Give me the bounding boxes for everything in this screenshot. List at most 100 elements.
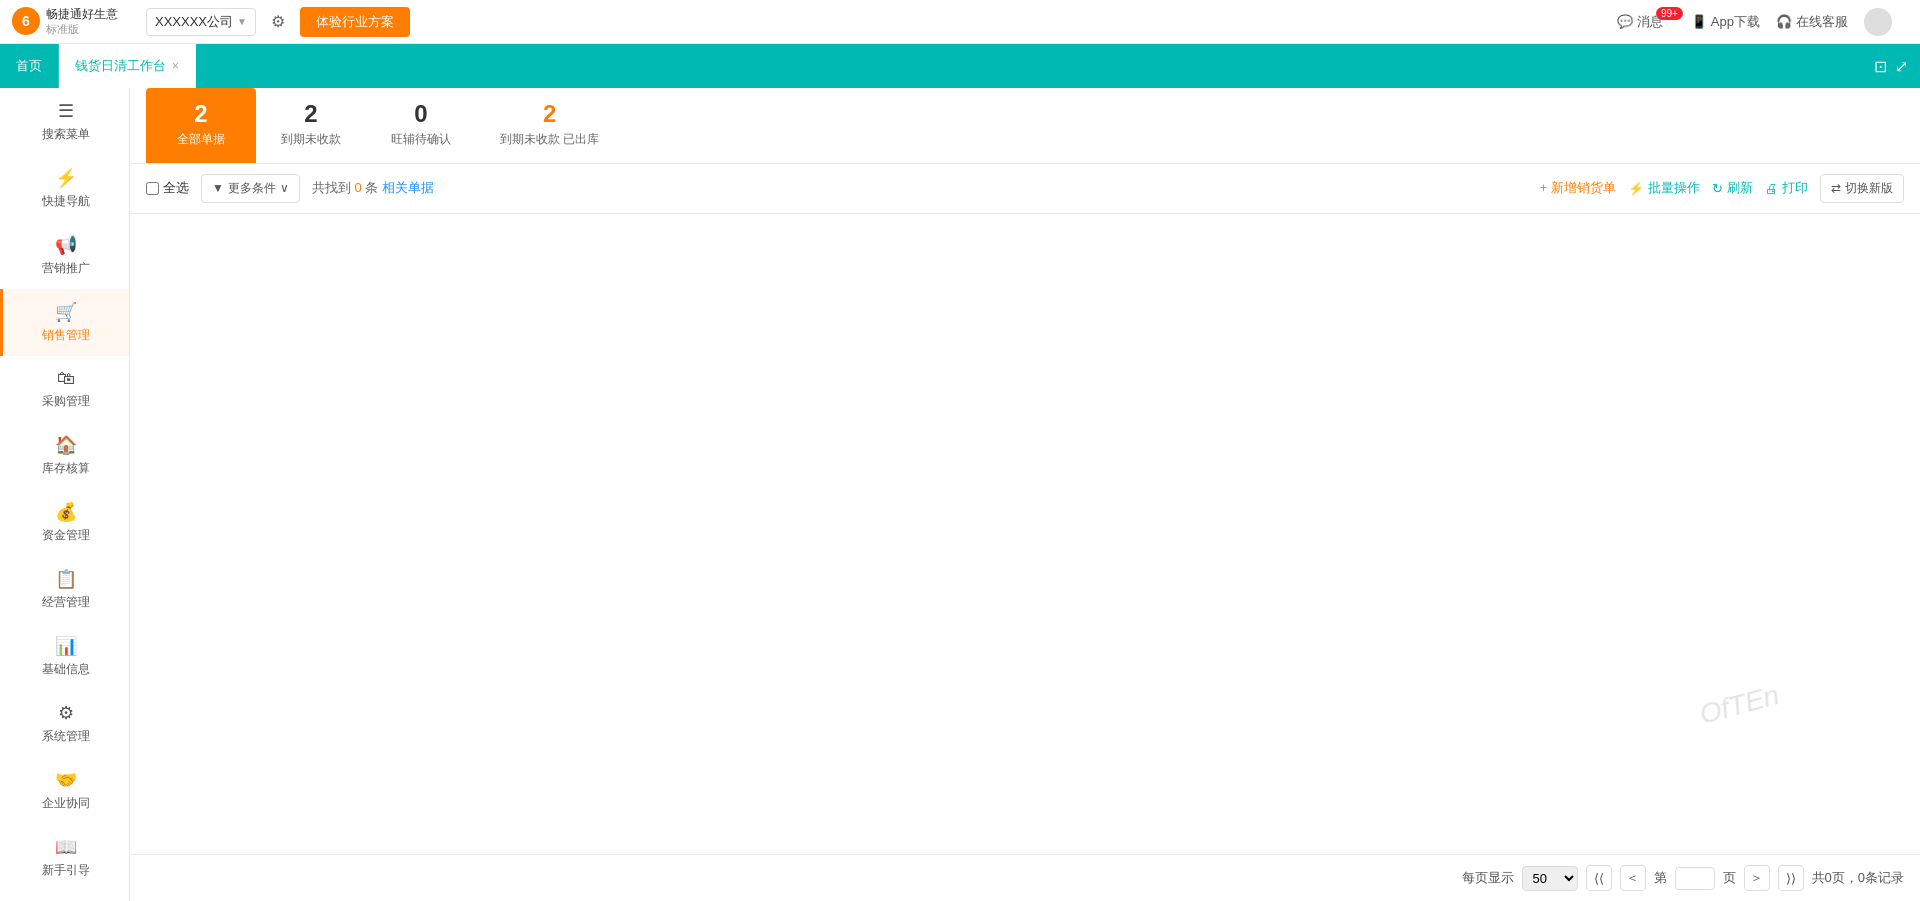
tab-restore-icon[interactable]: ⊡ <box>1874 57 1887 76</box>
sidebar-item-4[interactable]: 🛍 采购管理 <box>0 356 129 422</box>
page-number-input[interactable]: 1 <box>1675 867 1715 890</box>
sidebar-icon-1: ⚡ <box>55 167 77 189</box>
next-page-button[interactable]: ＞ <box>1744 865 1770 891</box>
tab-active[interactable]: 钱货日清工作台 × <box>59 44 196 88</box>
stat-num-1: 2 <box>304 100 317 129</box>
select-all-input[interactable] <box>146 182 159 195</box>
sidebar-label-2: 营销推广 <box>42 260 90 277</box>
toolbar-left: 全选 ▼ 更多条件 ∨ 共找到 0 条 相关单据 <box>146 174 1528 203</box>
filter-button[interactable]: ▼ 更多条件 ∨ <box>201 174 300 203</box>
phone-icon: 📱 <box>1691 14 1707 29</box>
refresh-button[interactable]: ↻ 刷新 <box>1712 179 1753 197</box>
settings-button[interactable]: ⚙ <box>264 8 292 36</box>
sidebar-icon-5: 🏠 <box>55 434 77 456</box>
tab-bar-actions: ⊡ ⤢ <box>1862 44 1920 88</box>
prev-page-button[interactable]: ＜ <box>1620 865 1646 891</box>
batch-icon: ⚡ <box>1628 181 1644 196</box>
sidebar-label-9: 系统管理 <box>42 728 90 745</box>
sidebar: ☰ 搜索菜单 ⚡ 快捷导航 📢 营销推广 🛒 销售管理 🛍 采购管理 🏠 库存核… <box>0 88 130 901</box>
sidebar-item-0[interactable]: ☰ 搜索菜单 <box>0 88 129 155</box>
messages-button[interactable]: 💬 消息 99+ <box>1617 13 1675 31</box>
avatar[interactable] <box>1864 8 1892 36</box>
content-area: 2 全部单据 2 到期未收款 0 旺辅待确认 2 到期未收款 已出库 全选 ▼ … <box>130 88 1920 901</box>
sidebar-icon-4: 🛍 <box>57 368 75 389</box>
toolbar-right: + 新增销货单 ⚡ 批量操作 ↻ 刷新 🖨 打印 ⇄ 切换新版 <box>1540 174 1904 203</box>
headset-icon: 🎧 <box>1776 14 1792 29</box>
sidebar-icon-8: 📊 <box>55 635 77 657</box>
sidebar-label-10: 企业协同 <box>42 795 90 812</box>
sidebar-label-8: 基础信息 <box>42 661 90 678</box>
sidebar-label-0: 搜索菜单 <box>42 126 90 143</box>
stat-num-3: 2 <box>543 100 556 129</box>
related-orders-link[interactable]: 相关单据 <box>382 180 434 195</box>
sidebar-item-9[interactable]: ⚙ 系统管理 <box>0 690 129 757</box>
sidebar-icon-6: 💰 <box>55 501 77 523</box>
close-tab-icon[interactable]: × <box>172 59 179 73</box>
sidebar-icon-11: 📖 <box>55 836 77 858</box>
refresh-icon: ↻ <box>1712 181 1723 196</box>
filter-icon: ▼ <box>212 181 224 195</box>
stat-label-1: 到期未收款 <box>281 131 341 148</box>
sidebar-item-11[interactable]: 📖 新手引导 <box>0 824 129 891</box>
company-selector[interactable]: XXXXXX公司 ▼ <box>146 8 256 36</box>
header-right: 💬 消息 99+ 📱 App下载 🎧 在线客服 <box>1617 8 1908 36</box>
sidebar-icon-10: 🤝 <box>55 769 77 791</box>
sidebar-label-4: 采购管理 <box>42 393 90 410</box>
tab-bar: 首页 钱货日清工作台 × ⊡ ⤢ <box>0 44 1920 88</box>
toolbar: 全选 ▼ 更多条件 ∨ 共找到 0 条 相关单据 + 新增销货单 <box>130 164 1920 214</box>
last-page-button[interactable]: ⟩⟩ <box>1778 865 1804 891</box>
message-icon: 💬 <box>1617 14 1633 29</box>
stat-tab-0[interactable]: 2 全部单据 <box>146 88 256 163</box>
sidebar-item-2[interactable]: 📢 营销推广 <box>0 222 129 289</box>
sidebar-icon-7: 📋 <box>55 568 77 590</box>
online-service-button[interactable]: 🎧 在线客服 <box>1776 13 1848 31</box>
add-sales-order-button[interactable]: + 新增销货单 <box>1540 179 1616 197</box>
stat-tab-1[interactable]: 2 到期未收款 <box>256 88 366 163</box>
sidebar-label-6: 资金管理 <box>42 527 90 544</box>
main-layout: ☰ 搜索菜单 ⚡ 快捷导航 📢 营销推广 🛒 销售管理 🛍 采购管理 🏠 库存核… <box>0 88 1920 901</box>
batch-operation-button[interactable]: ⚡ 批量操作 <box>1628 179 1700 197</box>
page-size-select[interactable]: 50 100 <box>1522 866 1578 891</box>
app-download-button[interactable]: 📱 App下载 <box>1691 13 1760 31</box>
print-button[interactable]: 🖨 打印 <box>1765 179 1808 197</box>
sidebar-label-11: 新手引导 <box>42 862 90 879</box>
table-area <box>130 214 1920 854</box>
stats-tabs: 2 全部单据 2 到期未收款 0 旺辅待确认 2 到期未收款 已出库 <box>130 88 1920 164</box>
chevron-down-icon: ▼ <box>237 16 247 27</box>
logo-text: 畅捷通好生意 标准版 <box>46 7 118 37</box>
sidebar-icon-3: 🛒 <box>55 301 77 323</box>
switch-version-button[interactable]: ⇄ 切换新版 <box>1820 174 1904 203</box>
pagination: 每页显示 50 100 ⟨⟨ ＜ 第 1 页 ＞ ⟩⟩ 共0页，0条记录 <box>130 854 1920 901</box>
sidebar-label-7: 经营管理 <box>42 594 90 611</box>
sidebar-item-3[interactable]: 🛒 销售管理 <box>0 289 129 356</box>
stat-num-0: 2 <box>194 100 207 129</box>
stat-tab-3[interactable]: 2 到期未收款 已出库 <box>476 88 623 163</box>
tab-expand-icon[interactable]: ⤢ <box>1895 57 1908 76</box>
sidebar-item-5[interactable]: 🏠 库存核算 <box>0 422 129 489</box>
stat-tab-2[interactable]: 0 旺辅待确认 <box>366 88 476 163</box>
stat-num-2: 0 <box>414 100 427 129</box>
sidebar-item-7[interactable]: 📋 经营管理 <box>0 556 129 623</box>
stat-label-0: 全部单据 <box>177 131 225 148</box>
stat-label-2: 旺辅待确认 <box>391 131 451 148</box>
stat-label-3: 到期未收款 已出库 <box>500 131 599 148</box>
sidebar-label-3: 销售管理 <box>42 327 90 344</box>
logo-area: 6 畅捷通好生意 标准版 <box>12 7 118 37</box>
sidebar-item-8[interactable]: 📊 基础信息 <box>0 623 129 690</box>
found-text: 共找到 0 条 相关单据 <box>312 179 434 197</box>
logo-icon: 6 <box>12 7 40 35</box>
trial-button[interactable]: 体验行业方案 <box>300 7 410 37</box>
sidebar-item-6[interactable]: 💰 资金管理 <box>0 489 129 556</box>
sidebar-item-1[interactable]: ⚡ 快捷导航 <box>0 155 129 222</box>
top-header: 6 畅捷通好生意 标准版 XXXXXX公司 ▼ ⚙ 体验行业方案 💬 消息 99… <box>0 0 1920 44</box>
sidebar-item-12[interactable]: 📦 应用中心 <box>0 891 129 901</box>
sidebar-icon-0: ☰ <box>58 100 74 122</box>
sidebar-item-10[interactable]: 🤝 企业协同 <box>0 757 129 824</box>
chevron-icon: ∨ <box>280 181 289 195</box>
sidebar-label-1: 快捷导航 <box>42 193 90 210</box>
header-left: 6 畅捷通好生意 标准版 XXXXXX公司 ▼ ⚙ 体验行业方案 <box>12 7 410 37</box>
select-all-checkbox[interactable]: 全选 <box>146 179 189 197</box>
sidebar-icon-2: 📢 <box>55 234 77 256</box>
tab-home[interactable]: 首页 <box>0 44 59 88</box>
first-page-button[interactable]: ⟨⟨ <box>1586 865 1612 891</box>
